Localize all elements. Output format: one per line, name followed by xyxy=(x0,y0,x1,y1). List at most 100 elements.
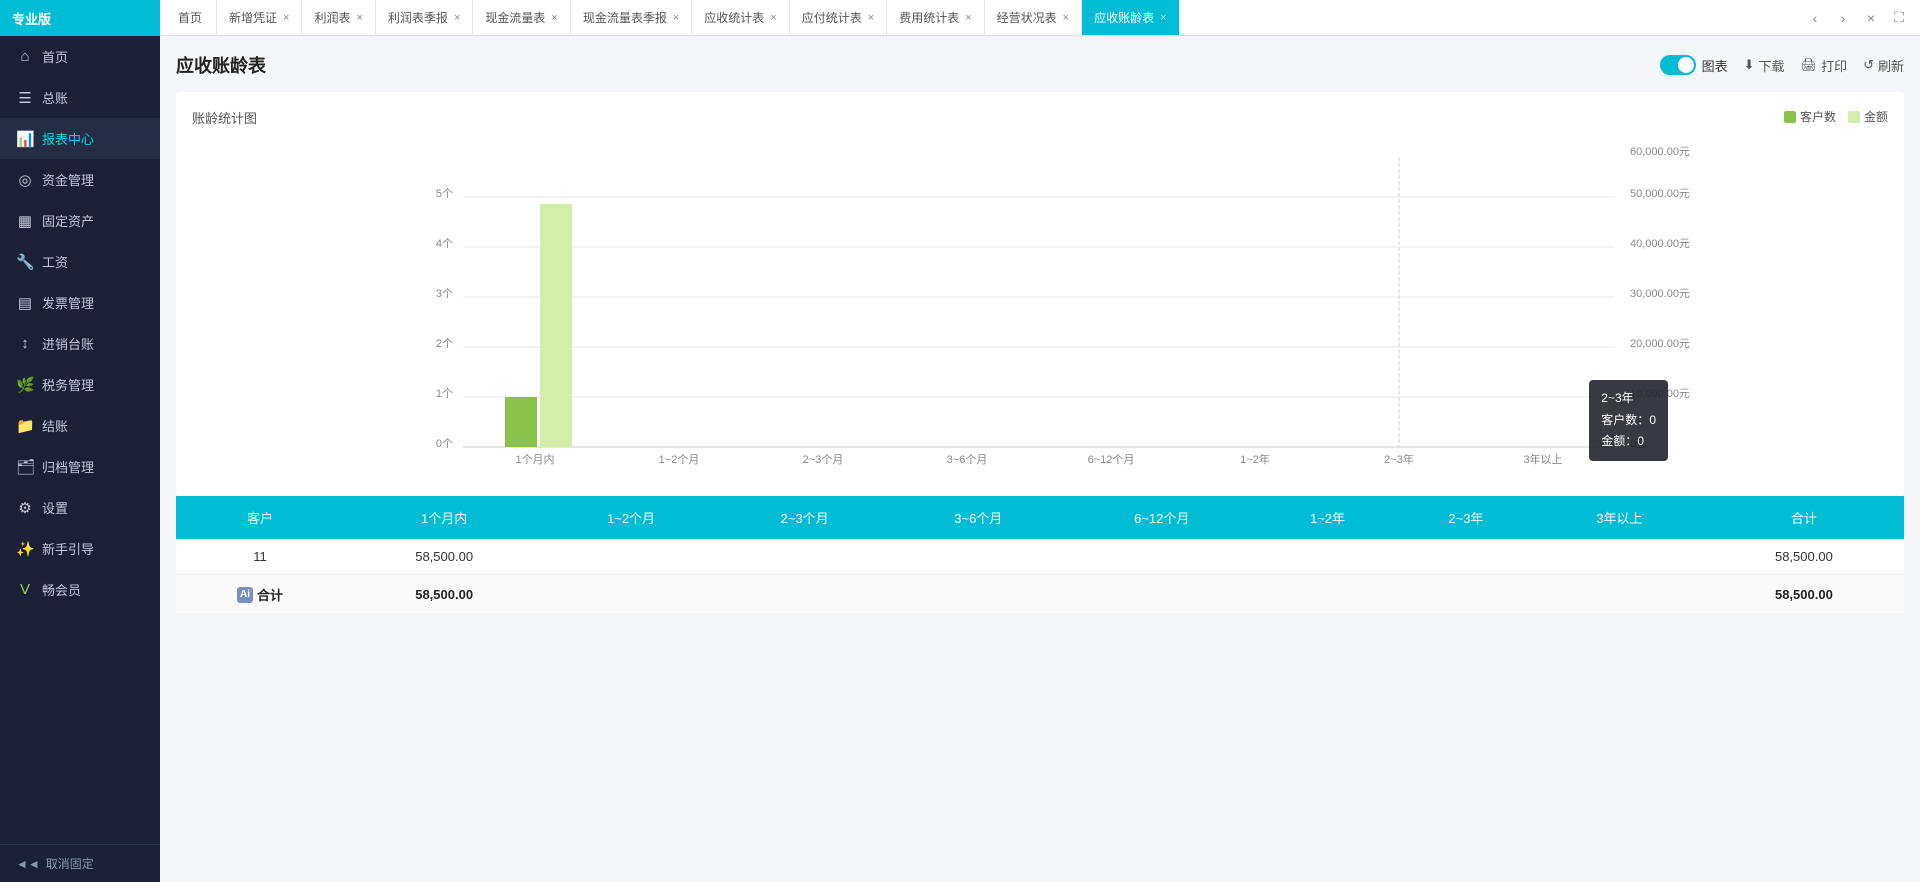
legend-customers-dot xyxy=(1784,111,1796,123)
sidebar: 专业版 ⌂ 首页 ☰ 总账 📊 报表中心 ◎ 资金管理 ▦ 固定资产 🔧 工资 … xyxy=(0,0,160,882)
xlabel-m2: 1~2个月 xyxy=(659,453,700,466)
cell-total-0: 58,500.00 xyxy=(1704,539,1904,575)
tab-home[interactable]: 首页 xyxy=(164,0,217,36)
svg-text:30,000.00元: 30,000.00元 xyxy=(1630,288,1690,300)
total-m6 xyxy=(1258,575,1396,615)
total-m8 xyxy=(1535,575,1704,615)
page-header: 应收账龄表 图表 ⬇ 下载 🖨 打印 ↺ 刷新 xyxy=(176,52,1904,78)
svg-text:50,000.00元: 50,000.00元 xyxy=(1630,188,1690,200)
funds-icon: ◎ xyxy=(16,171,34,189)
tab-close-expense[interactable]: × xyxy=(965,12,971,24)
sidebar-item-member[interactable]: V 畅会员 xyxy=(0,569,160,610)
tab-ap-stat[interactable]: 应付统计表 × xyxy=(790,0,887,36)
sidebar-item-assets[interactable]: ▦ 固定资产 xyxy=(0,200,160,241)
xlabel-m6: 1~2年 xyxy=(1240,452,1270,466)
chart-toggle-wrap[interactable]: 图表 xyxy=(1660,55,1728,75)
main-area: 首页 新增凭证 × 利润表 × 利润表季报 × 现金流量表 × 现金流量表季报 … xyxy=(160,0,1920,882)
settings-icon: ⚙ xyxy=(16,499,34,517)
sidebar-item-salary[interactable]: 🔧 工资 xyxy=(0,241,160,282)
inventory-icon: ↕ xyxy=(16,335,34,352)
col-m3: 2~3个月 xyxy=(718,496,892,539)
sidebar-label-tax: 税务管理 xyxy=(42,375,94,394)
tab-expense[interactable]: 费用统计表 × xyxy=(887,0,984,36)
chart-toggle[interactable] xyxy=(1660,55,1696,75)
tab-close-profit[interactable]: × xyxy=(356,12,362,24)
tab-cashflow[interactable]: 现金流量表 × xyxy=(473,0,570,36)
table-total-row: Ai 合计 58,500.00 58,500.00 xyxy=(176,575,1904,615)
home-icon: ⌂ xyxy=(16,48,34,65)
tab-profit[interactable]: 利润表 × xyxy=(302,0,375,36)
tab-label-expense: 费用统计表 xyxy=(899,9,959,26)
sidebar-item-home[interactable]: ⌂ 首页 xyxy=(0,36,160,77)
assets-icon: ▦ xyxy=(16,212,34,230)
sidebar-label-invoice: 发票管理 xyxy=(42,293,94,312)
svg-text:3个: 3个 xyxy=(436,287,453,300)
sidebar-item-inventory[interactable]: ↕ 进销台账 xyxy=(0,323,160,364)
chart-svg-wrapper: 0个 1个 2个 3个 4个 5个 0元 10,000.00元 20,000.0… xyxy=(192,137,1888,480)
sidebar-item-funds[interactable]: ◎ 资金管理 xyxy=(0,159,160,200)
sidebar-item-reports[interactable]: 📊 报表中心 xyxy=(0,118,160,159)
tab-label-voucher: 新增凭证 xyxy=(229,9,277,26)
svg-text:20,000.00元: 20,000.00元 xyxy=(1630,338,1690,350)
tab-close-all-btn[interactable]: × xyxy=(1858,5,1884,31)
tab-fullscreen-btn[interactable]: ⛶ xyxy=(1886,5,1912,31)
total-total: 58,500.00 xyxy=(1704,575,1904,615)
print-btn[interactable]: 🖨 打印 xyxy=(1801,56,1848,75)
chart-container: 账龄统计图 客户数 金额 0个 1个 2个 3个 xyxy=(176,92,1904,496)
xlabel-m5: 6~12个月 xyxy=(1088,453,1135,466)
collapse-icon: ◄◄ xyxy=(16,857,40,871)
tab-close-profit-quarter[interactable]: × xyxy=(454,12,460,24)
svg-text:10,000.00元: 10,000.00元 xyxy=(1630,388,1690,400)
tab-label-cashflow-quarter: 现金流量表季报 xyxy=(583,9,667,26)
tab-close-ap-stat[interactable]: × xyxy=(868,12,874,24)
sidebar-item-guide[interactable]: ✨ 新手引导 xyxy=(0,528,160,569)
tab-close-ar-stat[interactable]: × xyxy=(770,12,776,24)
download-btn[interactable]: ⬇ 下载 xyxy=(1744,56,1785,75)
tab-biz-status[interactable]: 经营状况表 × xyxy=(985,0,1082,36)
tab-close-biz-status[interactable]: × xyxy=(1063,12,1069,24)
reports-icon: 📊 xyxy=(16,130,34,148)
svg-text:60,000.00元: 60,000.00元 xyxy=(1630,146,1690,158)
tab-profit-quarter[interactable]: 利润表季报 × xyxy=(376,0,473,36)
refresh-btn[interactable]: ↺ 刷新 xyxy=(1863,56,1904,75)
bar-m1-amount xyxy=(540,204,572,447)
tab-next-btn[interactable]: › xyxy=(1830,5,1856,31)
xlabel-m3: 2~3个月 xyxy=(803,453,844,466)
legend-amount-dot xyxy=(1848,111,1860,123)
tab-voucher[interactable]: 新增凭证 × xyxy=(217,0,302,36)
svg-text:5个: 5个 xyxy=(436,187,453,200)
svg-text:0元: 0元 xyxy=(1630,438,1647,450)
sidebar-label-ledger: 总账 xyxy=(42,88,68,107)
download-icon: ⬇ xyxy=(1744,57,1755,73)
chart-title: 账龄统计图 xyxy=(192,108,1888,127)
page-content: 应收账龄表 图表 ⬇ 下载 🖨 打印 ↺ 刷新 xyxy=(160,36,1920,882)
tab-close-cashflow[interactable]: × xyxy=(551,12,557,24)
sidebar-logo: 专业版 xyxy=(0,0,160,36)
tab-ar-stat[interactable]: 应收统计表 × xyxy=(692,0,789,36)
sidebar-collapse-btn[interactable]: ◄◄ 取消固定 xyxy=(0,844,160,882)
sidebar-item-settings[interactable]: ⚙ 设置 xyxy=(0,487,160,528)
tab-prev-btn[interactable]: ‹ xyxy=(1802,5,1828,31)
sidebar-item-invoice[interactable]: ▤ 发票管理 xyxy=(0,282,160,323)
cell-m1-0: 58,500.00 xyxy=(344,539,544,575)
xlabel-m4: 3~6个月 xyxy=(947,453,988,466)
tab-ar-aging[interactable]: 应收账龄表 × xyxy=(1082,0,1179,36)
tab-label-ap-stat: 应付统计表 xyxy=(802,9,862,26)
table-header-row: 客户 1个月内 1~2个月 2~3个月 3~6个月 6~12个月 1~2年 2~… xyxy=(176,496,1904,539)
col-m8: 3年以上 xyxy=(1535,496,1704,539)
tax-icon: 🌿 xyxy=(16,376,34,394)
total-m1: 58,500.00 xyxy=(344,575,544,615)
legend-amount-label: 金额 xyxy=(1864,108,1888,125)
tab-close-voucher[interactable]: × xyxy=(283,12,289,24)
refresh-label: 刷新 xyxy=(1878,56,1904,75)
legend-customers: 客户数 xyxy=(1784,108,1836,125)
cell-m3-0 xyxy=(718,539,892,575)
tab-close-cashflow-quarter[interactable]: × xyxy=(673,12,679,24)
sidebar-item-tax[interactable]: 🌿 税务管理 xyxy=(0,364,160,405)
sidebar-item-archive[interactable]: 🗂 归档管理 xyxy=(0,446,160,487)
page-title: 应收账龄表 xyxy=(176,52,1660,78)
tab-close-ar-aging[interactable]: × xyxy=(1160,12,1166,24)
sidebar-item-close-account[interactable]: 📁 结账 xyxy=(0,405,160,446)
tab-cashflow-quarter[interactable]: 现金流量表季报 × xyxy=(571,0,692,36)
sidebar-item-ledger[interactable]: ☰ 总账 xyxy=(0,77,160,118)
